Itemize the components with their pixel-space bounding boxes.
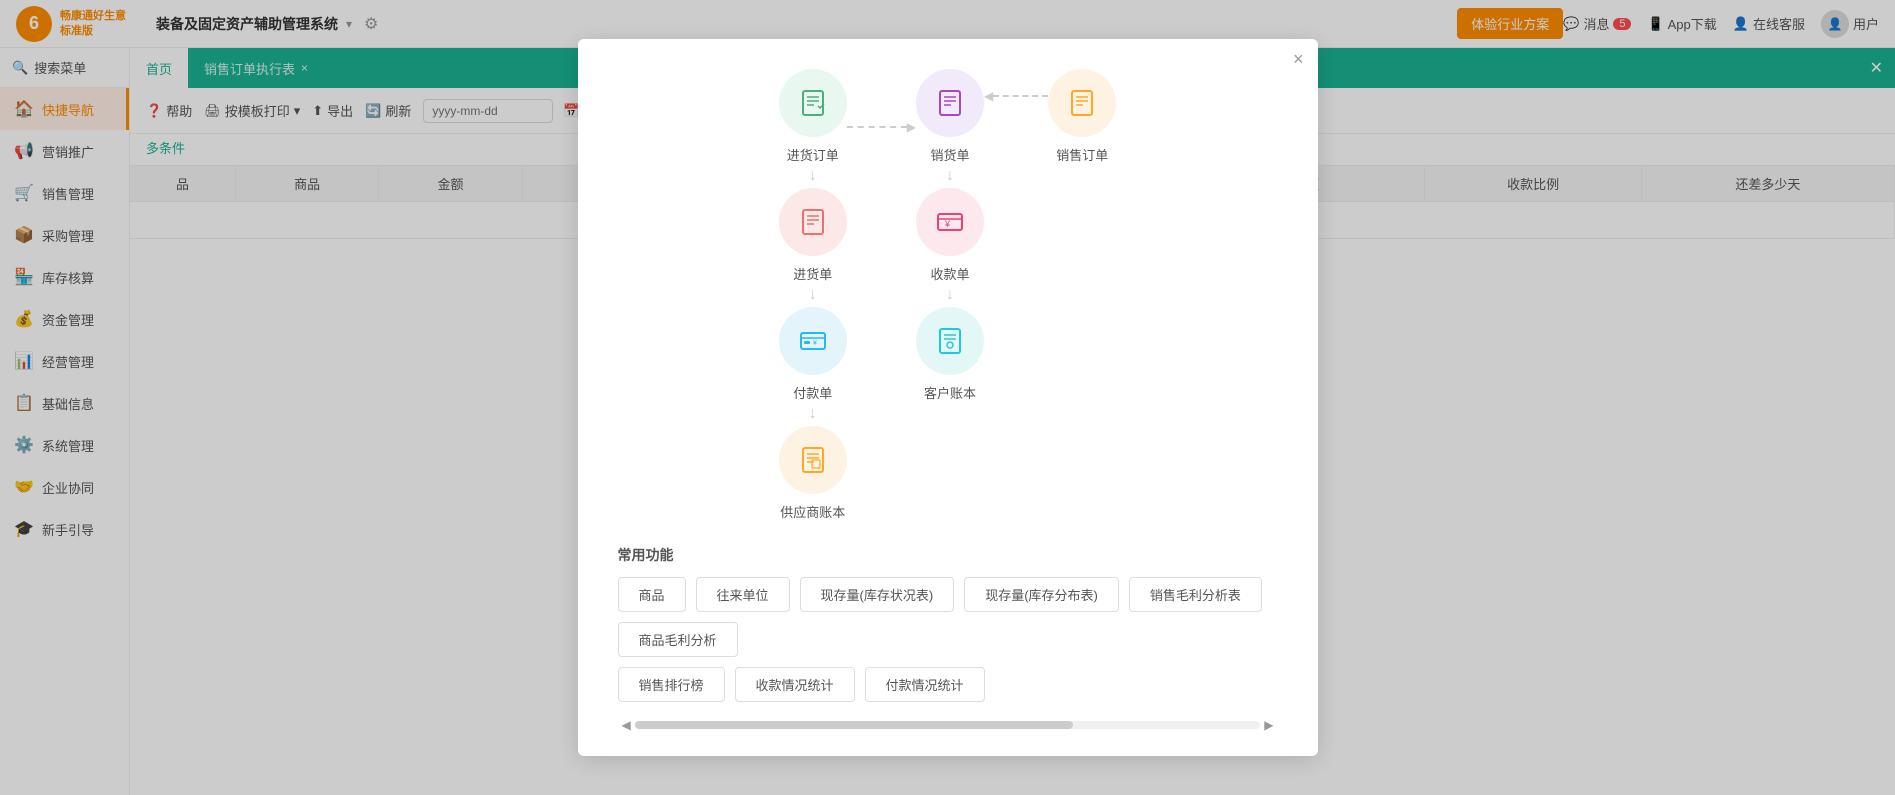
btn-payment-stats[interactable]: 付款情况统计 — [865, 667, 985, 702]
flow-node-sales-order[interactable]: 销售订单 — [1048, 69, 1116, 164]
arrow-down-2: ↓ — [809, 287, 817, 303]
popup-overlay[interactable]: × 进货订单 ↓ 进货单 — [0, 0, 1895, 795]
common-functions-title: 常用功能 — [618, 545, 1278, 565]
flow-node-purchase-bill[interactable]: 进货单 — [779, 188, 847, 283]
flow-node-supplier-ledger[interactable]: 供应商账本 — [779, 426, 847, 521]
btn-goods-profit-analysis[interactable]: 商品毛利分析 — [618, 622, 738, 657]
btn-sales-profit-analysis[interactable]: 销售毛利分析表 — [1129, 577, 1262, 612]
flow-node-payment-bill[interactable]: ¥ 付款单 — [779, 307, 847, 402]
purchase-bill-label: 进货单 — [793, 264, 832, 283]
flow-node-customer-ledger[interactable]: 客户账本 — [916, 307, 984, 402]
payment-bill-icon: ¥ — [779, 307, 847, 375]
sales-order-label: 销售订单 — [1056, 145, 1108, 164]
btn-goods[interactable]: 商品 — [618, 577, 686, 612]
flow-col-right: 销货单 ↓ ¥ 收款单 ↓ — [916, 69, 1116, 402]
arrow-down-1: ↓ — [809, 168, 817, 184]
receipt-bill-label: 收款单 — [930, 264, 969, 283]
receipt-bill-icon: ¥ — [916, 188, 984, 256]
popup: × 进货订单 ↓ 进货单 — [578, 39, 1318, 756]
btn-stock-dist[interactable]: 现存量(库存分布表) — [964, 577, 1119, 612]
scroll-right-button[interactable]: ▶ — [1260, 718, 1277, 732]
scrollbar-thumb[interactable] — [635, 721, 1073, 729]
btn-partner[interactable]: 往来单位 — [696, 577, 790, 612]
purchase-order-label: 进货订单 — [787, 145, 839, 164]
h-arrow-sales: ◀ — [984, 89, 1048, 103]
flow-diagram: 进货订单 ↓ 进货单 ↓ ¥ 付款单 — [618, 69, 1278, 521]
scrollbar-track[interactable] — [635, 721, 1261, 729]
common-functions-section: 常用功能 商品 往来单位 现存量(库存状况表) 现存量(库存分布表) 销售毛利分… — [618, 545, 1278, 702]
popup-scroll-area: ◀ ▶ — [618, 718, 1278, 732]
purchase-bill-icon — [779, 188, 847, 256]
sales-order-icon — [1048, 69, 1116, 137]
svg-text:¥: ¥ — [944, 219, 951, 229]
customer-ledger-label: 客户账本 — [924, 383, 976, 402]
sales-bill-icon — [916, 69, 984, 137]
arrow-down-5: ↓ — [946, 287, 954, 303]
supplier-ledger-label: 供应商账本 — [780, 502, 845, 521]
btn-sales-ranking[interactable]: 销售排行榜 — [618, 667, 725, 702]
top-row-right: 销货单 ↓ ¥ 收款单 ↓ — [916, 69, 1116, 402]
flow-node-sales-bill-col: 销货单 ↓ ¥ 收款单 ↓ — [916, 69, 984, 402]
purchase-order-icon — [779, 69, 847, 137]
sales-bill-label: 销货单 — [930, 145, 969, 164]
supplier-ledger-icon — [779, 426, 847, 494]
flow-node-sales-bill[interactable]: 销货单 — [916, 69, 984, 164]
popup-close-button[interactable]: × — [1293, 49, 1304, 70]
common-buttons-row1: 商品 往来单位 现存量(库存状况表) 现存量(库存分布表) 销售毛利分析表 商品… — [618, 577, 1278, 657]
btn-receipt-stats[interactable]: 收款情况统计 — [735, 667, 855, 702]
btn-stock-status[interactable]: 现存量(库存状况表) — [800, 577, 955, 612]
payment-bill-label: 付款单 — [793, 383, 832, 402]
common-buttons-row2: 销售排行榜 收款情况统计 付款情况统计 — [618, 667, 1278, 702]
svg-text:¥: ¥ — [813, 340, 817, 347]
flow-col-left: 进货订单 ↓ 进货单 ↓ ¥ 付款单 — [779, 69, 847, 521]
customer-ledger-icon — [916, 307, 984, 375]
flow-node-purchase-order[interactable]: 进货订单 — [779, 69, 847, 164]
flow-node-receipt-bill[interactable]: ¥ 收款单 — [916, 188, 984, 283]
scroll-left-button[interactable]: ◀ — [618, 718, 635, 732]
arrow-down-4: ↓ — [946, 168, 954, 184]
h-arrows: ▶ — [847, 69, 916, 505]
arrow-down-3: ↓ — [809, 406, 817, 422]
